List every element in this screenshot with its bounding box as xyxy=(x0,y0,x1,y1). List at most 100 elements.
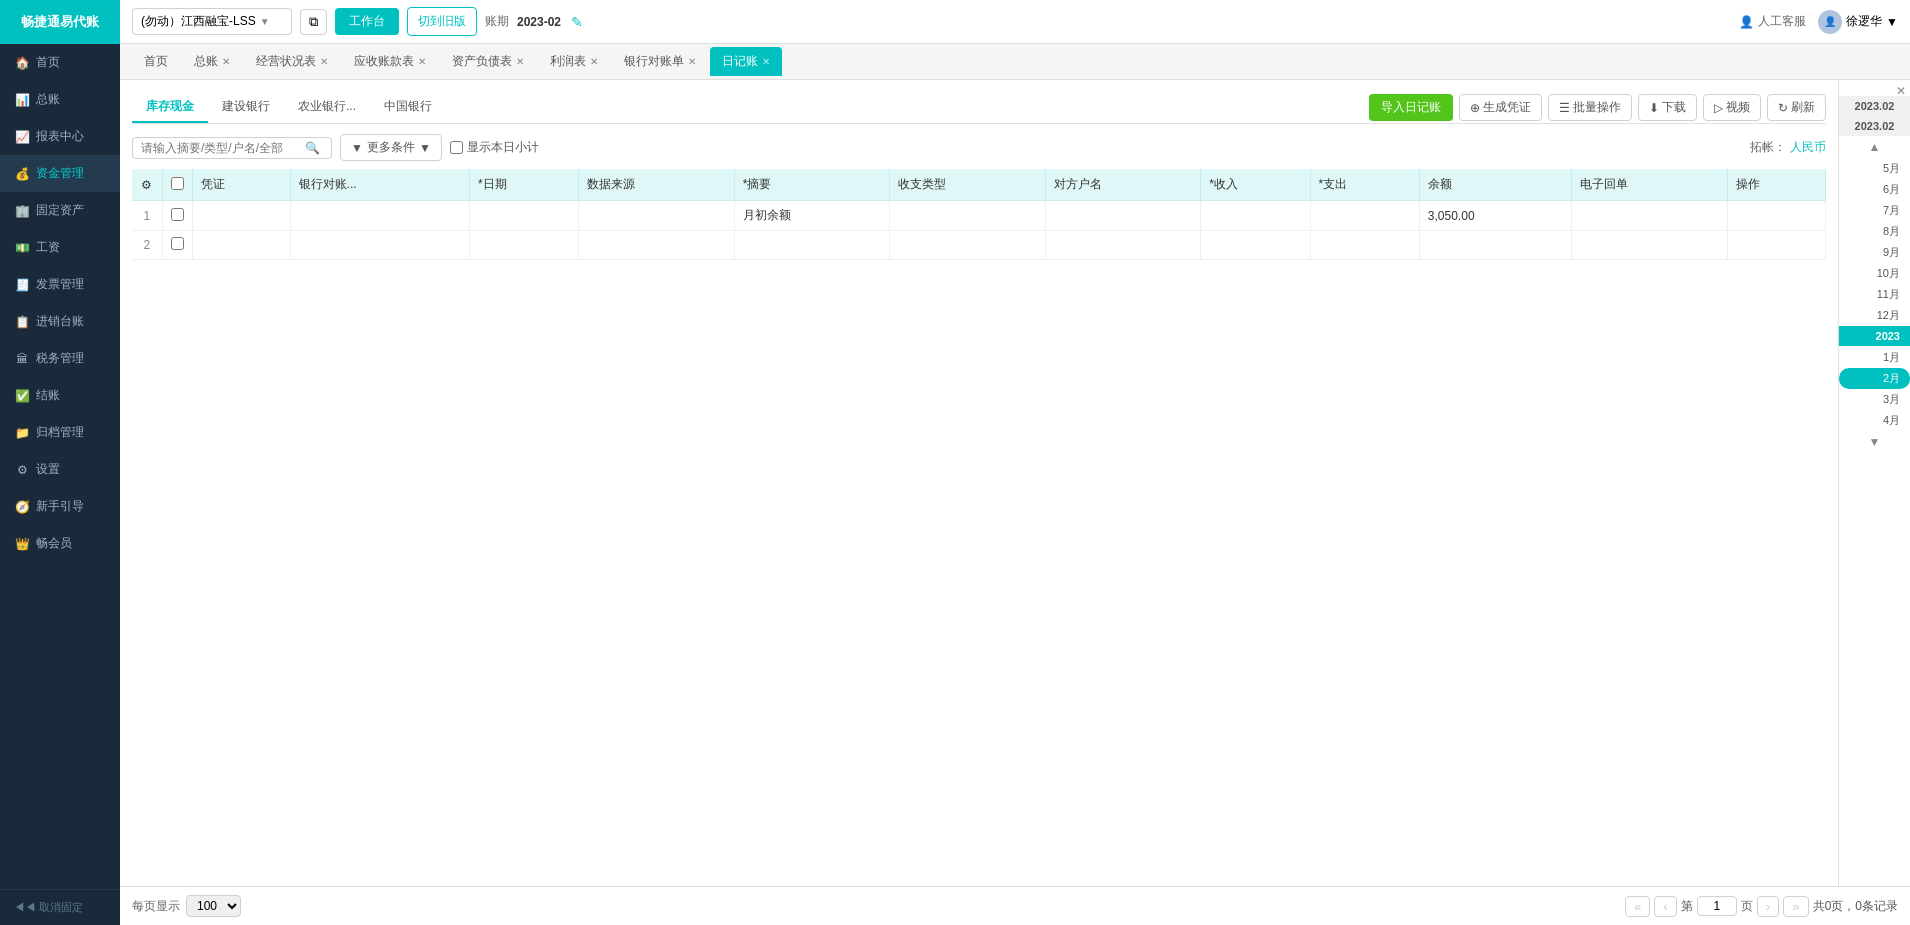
show-daily-checkbox-label[interactable]: 显示本日小计 xyxy=(450,139,539,156)
month-item-2-active[interactable]: 2月 xyxy=(1839,368,1910,389)
sidebar-item-label: 发票管理 xyxy=(36,276,84,293)
right-panel-close-button[interactable]: ✕ xyxy=(1896,84,1906,98)
tax-icon: 🏛 xyxy=(14,352,30,366)
month-item-4[interactable]: 4月 xyxy=(1839,410,1910,431)
customer-service-button[interactable]: 👤 人工客服 xyxy=(1739,13,1806,30)
bank-tab-china[interactable]: 中国银行 xyxy=(370,92,446,123)
sidebar-item-finance[interactable]: 💰 资金管理 xyxy=(0,155,120,192)
sidebar-item-tax[interactable]: 🏛 税务管理 xyxy=(0,340,120,377)
last-page-button[interactable]: » xyxy=(1783,896,1808,917)
select-all-checkbox[interactable] xyxy=(171,177,184,190)
tab-balance-sheet[interactable]: 资产负债表 ✕ xyxy=(440,47,536,76)
row-checkbox[interactable] xyxy=(171,237,184,250)
month-item-3[interactable]: 3月 xyxy=(1839,389,1910,410)
sidebar-item-purchase[interactable]: 📋 进销台账 xyxy=(0,303,120,340)
row-bank-reconcile xyxy=(290,201,469,231)
tab-receivables-close-icon[interactable]: ✕ xyxy=(418,56,426,67)
col-bank-reconcile: 银行对账... xyxy=(290,169,469,201)
sidebar-item-reports[interactable]: 📈 报表中心 xyxy=(0,118,120,155)
row-income-type xyxy=(890,201,1046,231)
period-edit-icon[interactable]: ✎ xyxy=(571,14,583,30)
tab-operations-close-icon[interactable]: ✕ xyxy=(320,56,328,67)
tab-home[interactable]: 首页 xyxy=(132,47,180,76)
tab-journal[interactable]: 日记账 ✕ xyxy=(710,47,782,76)
month-item-5[interactable]: 5月 xyxy=(1839,158,1910,179)
row-data-source xyxy=(579,201,735,231)
col-action: 操作 xyxy=(1727,169,1825,201)
tab-ledger[interactable]: 总账 ✕ xyxy=(182,47,242,76)
sidebar-item-close-period[interactable]: ✅ 结账 xyxy=(0,377,120,414)
month-item-1[interactable]: 1月 xyxy=(1839,347,1910,368)
filter-button[interactable]: ▼ 更多条件 ▼ xyxy=(340,134,442,161)
scroll-up-icon[interactable]: ▲ xyxy=(1839,136,1910,158)
scroll-down-icon[interactable]: ▼ xyxy=(1839,431,1910,453)
company-selector[interactable]: (勿动）江西融宝-LSS ▼ xyxy=(132,8,292,35)
month-item-6[interactable]: 6月 xyxy=(1839,179,1910,200)
copy-button[interactable]: ⧉ xyxy=(300,9,327,35)
page-size-select[interactable]: 50 100 200 xyxy=(186,895,241,917)
settings-icon: ⚙ xyxy=(14,463,30,477)
month-item-9[interactable]: 9月 xyxy=(1839,242,1910,263)
year-2023-label[interactable]: 2023 xyxy=(1839,326,1910,347)
bank-tabs: 库存现金 建设银行 农业银行... 中国银行 导入日记账 ⊕ 生成凭证 xyxy=(132,92,1826,124)
tab-profit[interactable]: 利润表 ✕ xyxy=(538,47,610,76)
refresh-button[interactable]: ↻ 刷新 xyxy=(1767,94,1826,121)
show-daily-checkbox[interactable] xyxy=(450,141,463,154)
sidebar-item-archive[interactable]: 📁 归档管理 xyxy=(0,414,120,451)
col-checkbox[interactable] xyxy=(162,169,192,201)
video-button[interactable]: ▷ 视频 xyxy=(1703,94,1761,121)
next-page-button[interactable]: › xyxy=(1757,896,1779,917)
month-item-7[interactable]: 7月 xyxy=(1839,200,1910,221)
tab-ledger-close-icon[interactable]: ✕ xyxy=(222,56,230,67)
row-checkbox-cell[interactable] xyxy=(162,201,192,231)
bank-tab-agriculture[interactable]: 农业银行... xyxy=(284,92,370,123)
col-e-receipt: 电子回单 xyxy=(1572,169,1728,201)
batch-ops-button[interactable]: ☰ 批量操作 xyxy=(1548,94,1632,121)
row-date xyxy=(470,231,579,260)
tab-balance-sheet-close-icon[interactable]: ✕ xyxy=(516,56,524,67)
month-item-12[interactable]: 12月 xyxy=(1839,305,1910,326)
import-journal-button[interactable]: 导入日记账 xyxy=(1369,94,1453,121)
sidebar-item-label: 设置 xyxy=(36,461,60,478)
month-item-8[interactable]: 8月 xyxy=(1839,221,1910,242)
sidebar-item-label: 结账 xyxy=(36,387,60,404)
tab-profit-close-icon[interactable]: ✕ xyxy=(590,56,598,67)
unpin-button[interactable]: ◀◀ 取消固定 xyxy=(0,889,120,925)
search-icon[interactable]: 🔍 xyxy=(305,141,320,155)
old-version-button[interactable]: 切到旧版 xyxy=(407,7,477,36)
sidebar-item-settings[interactable]: ⚙ 设置 xyxy=(0,451,120,488)
tab-receivables[interactable]: 应收账款表 ✕ xyxy=(342,47,438,76)
sidebar-item-ledger[interactable]: 📊 总账 xyxy=(0,81,120,118)
bank-tab-cash[interactable]: 库存现金 xyxy=(132,92,208,123)
col-settings[interactable]: ⚙ xyxy=(132,169,162,201)
sidebar-item-home[interactable]: 🏠 首页 xyxy=(0,44,120,81)
sidebar-item-assets[interactable]: 🏢 固定资产 xyxy=(0,192,120,229)
tab-journal-close-icon[interactable]: ✕ xyxy=(762,56,770,67)
sidebar-item-salary[interactable]: 💵 工资 xyxy=(0,229,120,266)
month-item-10[interactable]: 10月 xyxy=(1839,263,1910,284)
download-button[interactable]: ⬇ 下载 xyxy=(1638,94,1697,121)
row-action[interactable] xyxy=(1727,201,1825,231)
sidebar-item-guide[interactable]: 🧭 新手引导 xyxy=(0,488,120,525)
bank-tab-construction[interactable]: 建设银行 xyxy=(208,92,284,123)
row-checkbox-cell[interactable] xyxy=(162,231,192,260)
col-income: *收入 xyxy=(1201,169,1310,201)
workspace-button[interactable]: 工作台 xyxy=(335,8,399,35)
sidebar-item-invoice[interactable]: 🧾 发票管理 xyxy=(0,266,120,303)
toolbar: 🔍 ▼ 更多条件 ▼ 显示本日小计 拓帐： 人民币 xyxy=(132,134,1826,161)
prev-page-button[interactable]: ‹ xyxy=(1654,896,1676,917)
currency-value[interactable]: 人民币 xyxy=(1790,139,1826,156)
search-box[interactable]: 🔍 xyxy=(132,137,332,159)
tab-bank-statement-close-icon[interactable]: ✕ xyxy=(688,56,696,67)
row-action[interactable] xyxy=(1727,231,1825,260)
user-info[interactable]: 👤 徐逻华 ▼ xyxy=(1818,10,1898,34)
generate-voucher-button[interactable]: ⊕ 生成凭证 xyxy=(1459,94,1542,121)
tab-operations[interactable]: 经营状况表 ✕ xyxy=(244,47,340,76)
sidebar-item-member[interactable]: 👑 畅会员 xyxy=(0,525,120,562)
first-page-button[interactable]: « xyxy=(1625,896,1650,917)
page-number-input[interactable] xyxy=(1697,896,1737,916)
month-item-11[interactable]: 11月 xyxy=(1839,284,1910,305)
row-checkbox[interactable] xyxy=(171,208,184,221)
search-input[interactable] xyxy=(141,141,301,155)
tab-bank-statement[interactable]: 银行对账单 ✕ xyxy=(612,47,708,76)
